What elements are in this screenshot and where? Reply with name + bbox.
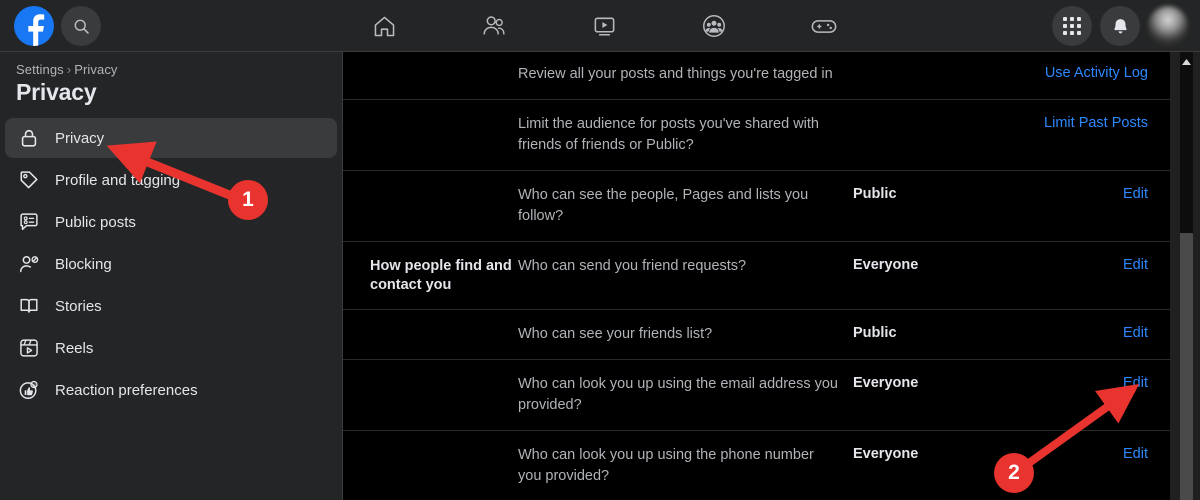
sidebar-nav-list: Privacy Profile and tagging Public posts… (0, 118, 342, 410)
apps-grid-dots (1063, 17, 1081, 35)
speech-bubble-list-icon (17, 210, 41, 234)
setting-question: Who can send you friend requests? (518, 258, 747, 274)
section-label (343, 64, 518, 65)
table-row: Who can look you up using the phone numb… (343, 430, 1170, 500)
setting-value: Everyone (853, 257, 919, 273)
sidebar-item-reels[interactable]: Reels (5, 328, 337, 368)
setting-question: Limit the audience for posts you've shar… (518, 116, 819, 153)
sidebar-item-privacy[interactable]: Privacy (5, 118, 337, 158)
watch-video-icon[interactable] (574, 6, 634, 46)
facebook-privacy-settings-page: Settings › Privacy Privacy Privacy Profi… (0, 0, 1200, 500)
gaming-controller-icon[interactable] (794, 6, 854, 46)
sidebar-item-public-posts[interactable]: Public posts (5, 202, 337, 242)
search-button[interactable] (61, 6, 101, 46)
table-row: Who can look you up using the email addr… (343, 359, 1170, 430)
breadcrumb-current: Privacy (74, 62, 118, 77)
setting-question: Who can look you up using the email addr… (518, 376, 838, 413)
sidebar-item-blocking[interactable]: Blocking (5, 244, 337, 284)
reels-play-icon (17, 336, 41, 360)
tag-icon (17, 168, 41, 192)
friends-icon[interactable] (464, 6, 524, 46)
edit-link-email-lookup[interactable]: Edit (1028, 374, 1148, 391)
groups-icon[interactable] (684, 6, 744, 46)
setting-value (853, 64, 1028, 65)
annotation-badge-2: 2 (994, 453, 1034, 493)
edit-link-friend-requests[interactable]: Edit (1028, 256, 1148, 273)
thumbs-up-reaction-icon (17, 378, 41, 402)
setting-question: Review all your posts and things you're … (518, 66, 833, 82)
apps-grid-icon[interactable] (1052, 6, 1092, 46)
breadcrumb: Settings › Privacy (0, 62, 342, 77)
sidebar-item-label: Profile and tagging (55, 171, 181, 189)
table-row: How people find and contact you Who can … (343, 241, 1170, 309)
bell-icon[interactable] (1100, 6, 1140, 46)
setting-question: Who can see your friends list? (518, 326, 713, 342)
sidebar-item-label: Blocking (55, 255, 112, 273)
sidebar-item-reaction-preferences[interactable]: Reaction preferences (5, 370, 337, 410)
sidebar-item-label: Reaction preferences (55, 381, 198, 399)
sidebar-item-label: Reels (55, 339, 94, 357)
setting-value: Public (853, 325, 897, 341)
section-label (343, 445, 518, 446)
search-icon (74, 19, 89, 34)
home-icon[interactable] (354, 6, 414, 46)
table-row: Limit the audience for posts you've shar… (343, 99, 1170, 170)
setting-question: Who can look you up using the phone numb… (518, 447, 814, 484)
book-icon (17, 294, 41, 318)
setting-question: Who can see the people, Pages and lists … (518, 187, 809, 224)
top-navigation-bar (0, 0, 1200, 52)
page-title: Privacy (16, 79, 97, 105)
annotation-badge-1: 1 (228, 180, 268, 220)
section-label (343, 374, 518, 375)
edit-link-follow-visibility[interactable]: Edit (1028, 185, 1148, 202)
section-label (343, 114, 518, 115)
avatar[interactable] (1148, 6, 1188, 46)
edit-link-friends-list[interactable]: Edit (1028, 324, 1148, 341)
setting-value: Public (853, 186, 897, 202)
header-right-group (1052, 6, 1188, 46)
sidebar-item-label: Privacy (55, 129, 105, 147)
edit-link-phone-lookup[interactable]: Edit (1028, 445, 1148, 462)
table-row: Who can see your friends list? Public Ed… (343, 309, 1170, 359)
lock-icon (17, 126, 41, 150)
header-left-group (14, 6, 101, 46)
sidebar-item-label: Public posts (55, 213, 136, 231)
setting-value (853, 114, 1028, 115)
section-label-how-people-find-you: How people find and contact you (370, 258, 512, 293)
header-nav-icons (344, 0, 864, 52)
sidebar-item-profile-and-tagging[interactable]: Profile and tagging (5, 160, 337, 200)
scrollbar-thumb[interactable] (1180, 233, 1193, 500)
breadcrumb-separator: › (66, 62, 72, 77)
table-row: Who can see the people, Pages and lists … (343, 170, 1170, 241)
setting-value: Everyone (853, 375, 919, 391)
person-block-icon (17, 252, 41, 276)
section-label (343, 324, 518, 325)
sidebar-item-stories[interactable]: Stories (5, 286, 337, 326)
use-activity-log-link[interactable]: Use Activity Log (1028, 64, 1148, 81)
privacy-settings-list: Review all your posts and things you're … (343, 52, 1170, 500)
page-scrollbar[interactable] (1170, 52, 1200, 500)
sidebar-item-label: Stories (55, 297, 102, 315)
table-row: Review all your posts and things you're … (343, 52, 1170, 99)
limit-past-posts-link[interactable]: Limit Past Posts (1028, 114, 1148, 131)
settings-sidebar: Settings › Privacy Privacy Privacy Profi… (0, 52, 343, 500)
facebook-logo-icon[interactable] (14, 6, 54, 46)
scroll-up-arrow-icon[interactable] (1180, 55, 1193, 69)
breadcrumb-parent[interactable]: Settings (16, 62, 64, 77)
section-label (343, 185, 518, 186)
